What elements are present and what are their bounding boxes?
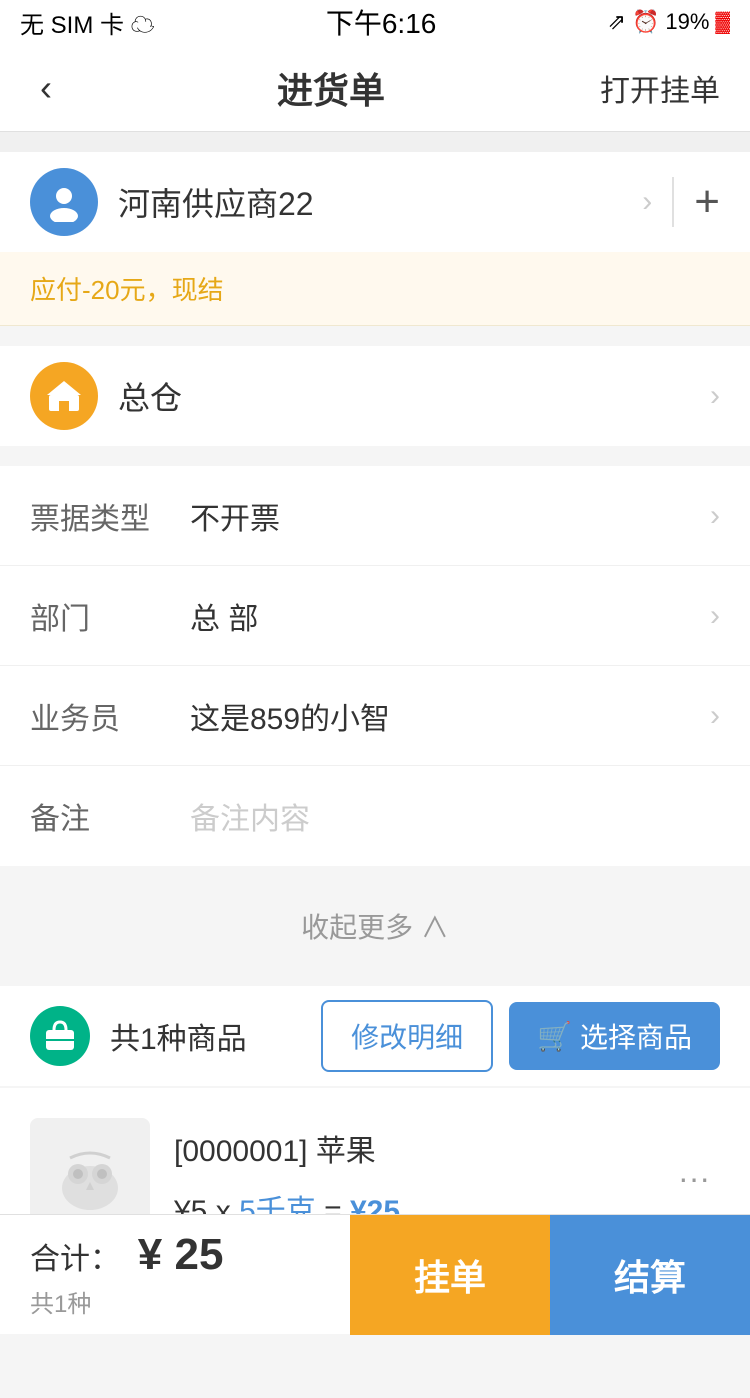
total-amount: ¥ 25 <box>138 1230 224 1279</box>
remark-row[interactable]: 备注 备注内容 <box>0 766 750 866</box>
status-left: 无 SIM 卡 ☁ <box>20 5 155 40</box>
add-supplier-button[interactable]: + <box>694 177 720 227</box>
supplier-name: 河南供应商22 <box>118 179 642 225</box>
bottom-bar: 合计： ¥ 25 共1种 挂单 结算 <box>0 1214 750 1334</box>
salesperson-arrow-icon: › <box>710 699 720 733</box>
supplier-arrow-icon: › <box>642 185 652 219</box>
form-section: 票据类型 不开票 › 部门 总 部 › 业务员 这是859的小智 › 备注 备注… <box>0 466 750 866</box>
ticket-type-row[interactable]: 票据类型 不开票 › <box>0 466 750 566</box>
department-value: 总 部 <box>170 594 710 638</box>
gap-1 <box>0 132 750 152</box>
select-product-button[interactable]: 🛒 选择商品 <box>509 1002 720 1070</box>
collapse-label: 收起更多 ∧ <box>301 906 449 946</box>
warehouse-section[interactable]: 总仓 › <box>0 346 750 446</box>
sim-label: 无 SIM 卡 ☁ <box>20 5 155 40</box>
product-more-button[interactable]: ··· <box>668 1150 720 1207</box>
remark-input[interactable]: 备注内容 <box>170 794 720 838</box>
collapse-button[interactable]: 收起更多 ∧ <box>0 886 750 966</box>
product-name: [0000001] 苹果 <box>174 1126 668 1170</box>
page-title: 进货单 <box>277 62 385 114</box>
edit-detail-button[interactable]: 修改明细 <box>321 1000 493 1072</box>
warehouse-svg <box>45 377 83 415</box>
supplier-divider <box>672 177 674 227</box>
checkout-button[interactable]: 结算 <box>550 1215 750 1335</box>
battery-label: 19% <box>665 9 709 35</box>
open-hang-button[interactable]: 打开挂单 <box>600 66 720 110</box>
salesperson-value: 这是859的小智 <box>170 694 710 738</box>
total-section: 合计： ¥ 25 共1种 <box>0 1230 350 1319</box>
select-product-label: 选择商品 <box>580 1016 692 1056</box>
products-icon <box>30 1006 90 1066</box>
warehouse-arrow-icon: › <box>710 379 720 413</box>
hang-button[interactable]: 挂单 <box>350 1215 550 1335</box>
ticket-type-label: 票据类型 <box>30 494 170 538</box>
battery-icon: ▓ <box>715 11 730 34</box>
product-code: [0000001] <box>174 1135 307 1168</box>
products-count-label: 共1种商品 <box>110 1014 321 1058</box>
department-arrow-icon: › <box>710 599 720 633</box>
bag-icon <box>42 1018 78 1054</box>
ticket-type-arrow-icon: › <box>710 499 720 533</box>
owl-logo <box>50 1138 130 1218</box>
ticket-type-value: 不开票 <box>170 494 710 538</box>
status-time: 下午6:16 <box>326 2 437 42</box>
cart-icon: 🛒 <box>537 1020 572 1053</box>
warehouse-icon <box>30 362 98 430</box>
supplier-avatar <box>30 168 98 236</box>
alarm-icon: ⏰ <box>632 9 659 35</box>
salesperson-row[interactable]: 业务员 这是859的小智 › <box>0 666 750 766</box>
supplier-section[interactable]: 河南供应商22 › + <box>0 152 750 252</box>
nav-bar: ‹ 进货单 打开挂单 <box>0 44 750 132</box>
location-icon: ⇗ <box>608 9 626 35</box>
department-label: 部门 <box>30 594 170 638</box>
warehouse-name: 总仓 <box>118 373 710 419</box>
products-header: 共1种商品 修改明细 🛒 选择商品 <box>0 986 750 1086</box>
product-title: 苹果 <box>316 1135 376 1168</box>
status-bar: 无 SIM 卡 ☁ 下午6:16 ⇗ ⏰ 19% ▓ <box>0 0 750 44</box>
back-button[interactable]: ‹ <box>30 57 62 119</box>
status-right: ⇗ ⏰ 19% ▓ <box>608 9 730 35</box>
department-row[interactable]: 部门 总 部 › <box>0 566 750 666</box>
credit-notice: 应付-20元，现结 <box>0 252 750 326</box>
salesperson-label: 业务员 <box>30 694 170 738</box>
total-row: 合计： ¥ 25 <box>30 1230 320 1280</box>
total-label: 合计： <box>30 1243 120 1276</box>
supplier-icon <box>44 182 84 222</box>
total-count: 共1种 <box>30 1284 320 1319</box>
remark-label: 备注 <box>30 794 170 838</box>
